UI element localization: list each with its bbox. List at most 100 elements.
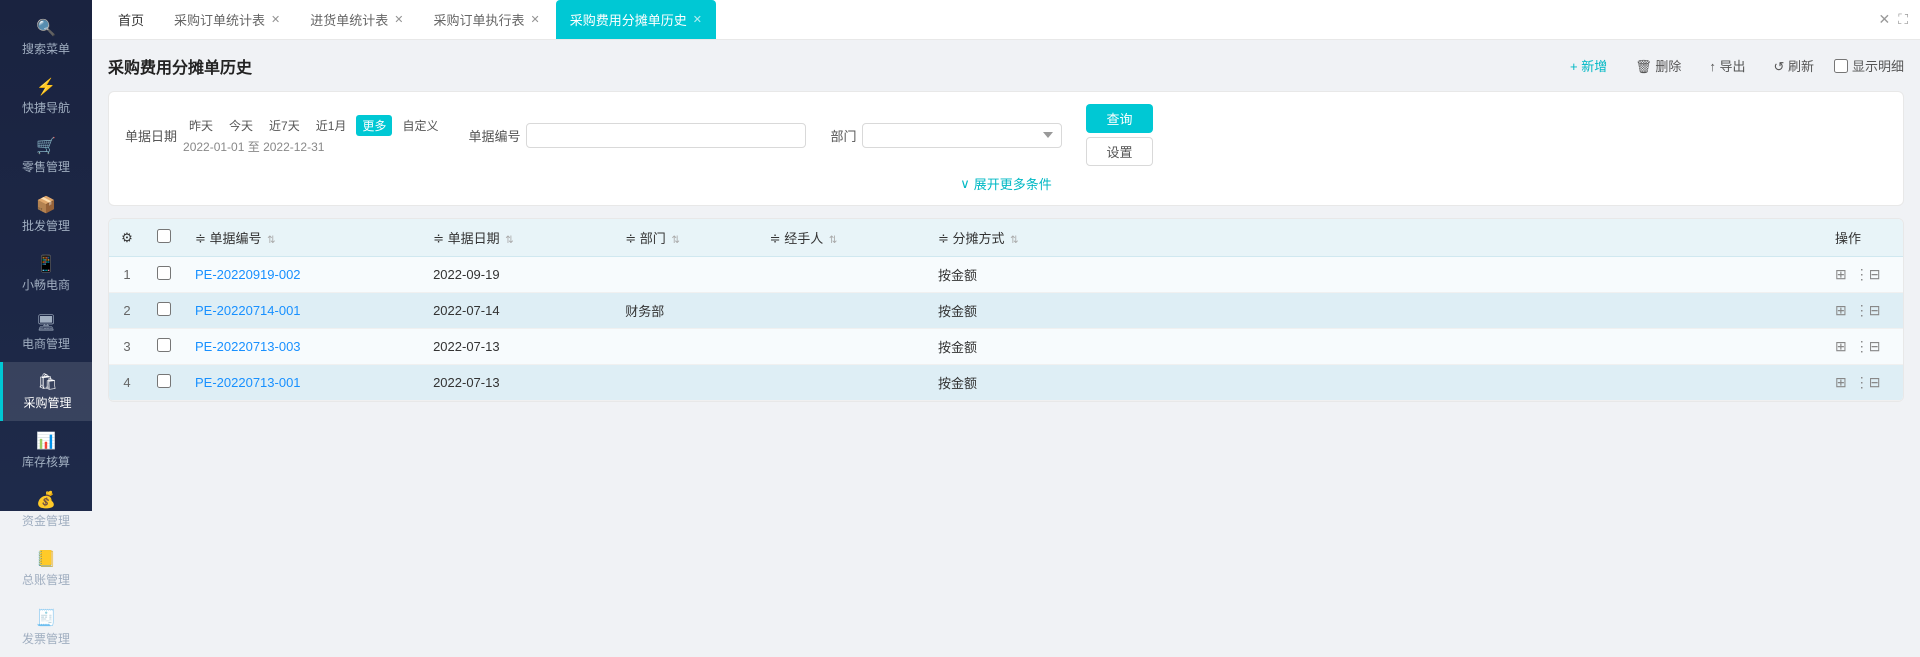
- doc-no-link[interactable]: PE-20220713-003: [195, 339, 301, 354]
- handler-sort-icon[interactable]: ⇅: [829, 235, 837, 246]
- date-btn-more[interactable]: 更多: [356, 115, 392, 136]
- table-row: 1 PE-20220919-002 2022-09-19 按金额 ⊞ ⋮⊟: [109, 257, 1903, 293]
- row-handler: [758, 257, 926, 293]
- dept-label: 部门: [830, 126, 856, 145]
- row-dept: [613, 365, 757, 401]
- doc-no-input[interactable]: [526, 123, 806, 148]
- tab-purchase-expense-history[interactable]: 采购费用分摊单历史✕: [556, 0, 716, 39]
- tab-close-purchase-order-exec[interactable]: ✕: [531, 13, 540, 26]
- tab-purchase-order-exec[interactable]: 采购订单执行表✕: [419, 0, 553, 39]
- fullscreen-icon[interactable]: ⛶: [1898, 11, 1908, 28]
- sidebar-item-wholesale[interactable]: 📦 批发管理: [0, 185, 92, 244]
- doc-date-sort-icon[interactable]: ⇅: [505, 235, 513, 246]
- edit-icon[interactable]: ⊞: [1835, 374, 1847, 391]
- sidebar-label-finance: 资金管理: [22, 512, 70, 529]
- row-num: 3: [109, 329, 145, 365]
- doc-no-filter: 单据编号: [468, 123, 806, 148]
- add-button[interactable]: + 新增: [1562, 52, 1615, 79]
- date-btn-custom[interactable]: 自定义: [396, 115, 444, 136]
- doc-no-sort-icon[interactable]: ⇅: [267, 235, 275, 246]
- purchase-icon: 🛍: [37, 372, 57, 392]
- row-doc-date: 2022-09-19: [421, 257, 613, 293]
- refresh-button[interactable]: ↺ 刷新: [1765, 52, 1822, 79]
- table-header-row: ⚙ ≑ 单据编号 ⇅ ≑ 单据日期 ⇅: [109, 219, 1903, 257]
- sidebar-item-ledger[interactable]: 📒总账管理: [0, 539, 92, 598]
- filter-settings-button[interactable]: 设置: [1086, 137, 1152, 166]
- mobile-icon: 📱: [36, 254, 56, 274]
- tab-purchase-order-stats[interactable]: 采购订单统计表 ✕: [160, 0, 294, 39]
- date-btn-7days[interactable]: 近7天: [263, 115, 306, 136]
- ecommerce-icon: 🖥: [36, 313, 56, 333]
- edit-icon[interactable]: ⊞: [1835, 338, 1847, 355]
- row-doc-no: PE-20220919-002: [183, 257, 421, 293]
- handler-col-header: ≑ 经手人 ⇅: [758, 219, 926, 257]
- tab-close-purchase-expense-history[interactable]: ✕: [693, 13, 702, 26]
- tab-label-purchase-order-stats: 采购订单统计表: [174, 10, 265, 29]
- row-checkbox[interactable]: [157, 302, 171, 316]
- wholesale-icon: 📦: [36, 195, 56, 215]
- row-split-method: 按金额: [926, 257, 1823, 293]
- row-doc-date: 2022-07-14: [421, 293, 613, 329]
- quicknav-icon: ⚡: [36, 77, 56, 97]
- export-button[interactable]: ↑ 导出: [1701, 52, 1753, 79]
- sidebar-label-ledger: 总账管理: [22, 571, 70, 588]
- split-method-sort-icon[interactable]: ⇅: [1010, 235, 1018, 246]
- tab-close-inbound-stats[interactable]: ✕: [394, 13, 403, 26]
- query-button[interactable]: 查询: [1086, 104, 1152, 133]
- sidebar-item-ecommerce[interactable]: 🖥 电商管理: [0, 303, 92, 362]
- row-handler: [758, 293, 926, 329]
- expand-icon: ∨: [960, 176, 970, 192]
- tab-inbound-stats[interactable]: 进货单统计表✕: [296, 0, 417, 39]
- more-icon[interactable]: ⋮⊟: [1855, 266, 1881, 283]
- sidebar-item-inventory[interactable]: 📊库存核算: [0, 421, 92, 480]
- sidebar-item-purchase[interactable]: 🛍采购管理: [0, 362, 92, 421]
- page-header: 采购费用分摊单历史 + 新增 🗑 删除 ↑ 导出 ↺ 刷新 显示明细: [108, 52, 1904, 79]
- settings-col-header[interactable]: ⚙: [109, 219, 145, 257]
- doc-no-link[interactable]: PE-20220714-001: [195, 303, 301, 318]
- finance-icon: 💰: [36, 490, 56, 510]
- sidebar-item-finance[interactable]: 💰 资金管理: [0, 480, 92, 539]
- more-icon[interactable]: ⋮⊟: [1855, 374, 1881, 391]
- doc-no-link[interactable]: PE-20220713-001: [195, 375, 301, 390]
- show-columns-toggle[interactable]: 显示明细: [1834, 56, 1904, 75]
- sidebar-item-quicknav[interactable]: ⚡ 快捷导航: [0, 67, 92, 126]
- select-all-checkbox[interactable]: [157, 229, 171, 243]
- sidebar: 🔍搜索菜单 ⚡ 快捷导航 🛒零售管理 📦 批发管理 📱 小畅电商 🖥 电商管理 🛍采购管理📊库存核算…: [0, 0, 92, 511]
- more-icon[interactable]: ⋮⊟: [1855, 338, 1881, 355]
- sidebar-item-search[interactable]: 🔍搜索菜单: [0, 8, 92, 67]
- table-row: 2 PE-20220714-001 2022-07-14 财务部 按金额 ⊞ ⋮…: [109, 293, 1903, 329]
- more-icon[interactable]: ⋮⊟: [1855, 302, 1881, 319]
- row-checkbox[interactable]: [157, 266, 171, 280]
- sidebar-label-ecommerce: 电商管理: [22, 335, 70, 352]
- doc-no-link[interactable]: PE-20220919-002: [195, 267, 301, 282]
- row-checkbox[interactable]: [157, 338, 171, 352]
- data-table: ⚙ ≑ 单据编号 ⇅ ≑ 单据日期 ⇅: [109, 219, 1903, 401]
- dept-select[interactable]: 财务部: [862, 123, 1062, 148]
- row-doc-date: 2022-07-13: [421, 329, 613, 365]
- show-columns-checkbox[interactable]: [1834, 59, 1848, 73]
- dept-sort-icon[interactable]: ⇅: [671, 235, 679, 246]
- row-checkbox[interactable]: [157, 374, 171, 388]
- sidebar-item-mobile[interactable]: 📱 小畅电商: [0, 244, 92, 303]
- date-btn-yesterday[interactable]: 昨天: [183, 115, 219, 136]
- sidebar-label-invoice: 发票管理: [22, 630, 70, 647]
- date-btn-1month[interactable]: 近1月: [310, 115, 353, 136]
- tab-close-purchase-order-stats[interactable]: ✕: [271, 13, 280, 26]
- row-num: 1: [109, 257, 145, 293]
- row-dept: [613, 257, 757, 293]
- doc-no-col-header: ≑ 单据编号 ⇅: [183, 219, 421, 257]
- delete-button[interactable]: 🗑 删除: [1627, 52, 1689, 79]
- tab-home[interactable]: 首页: [104, 0, 158, 39]
- edit-icon[interactable]: ⊞: [1835, 266, 1847, 283]
- sidebar-label-mobile: 小畅电商: [22, 276, 70, 293]
- row-split-method: 按金额: [926, 293, 1823, 329]
- sidebar-item-retail[interactable]: 🛒零售管理: [0, 126, 92, 185]
- sidebar-label-quicknav: 快捷导航: [22, 99, 70, 116]
- sidebar-item-invoice[interactable]: 🧾发票管理: [0, 598, 92, 657]
- sidebar-label-wholesale: 批发管理: [22, 217, 70, 234]
- edit-icon[interactable]: ⊞: [1835, 302, 1847, 319]
- expand-more-btn[interactable]: ∨ 展开更多条件: [125, 174, 1887, 193]
- table-row: 3 PE-20220713-003 2022-07-13 按金额 ⊞ ⋮⊟: [109, 329, 1903, 365]
- close-window-icon[interactable]: ✕: [1878, 11, 1890, 28]
- date-btn-today[interactable]: 今天: [223, 115, 259, 136]
